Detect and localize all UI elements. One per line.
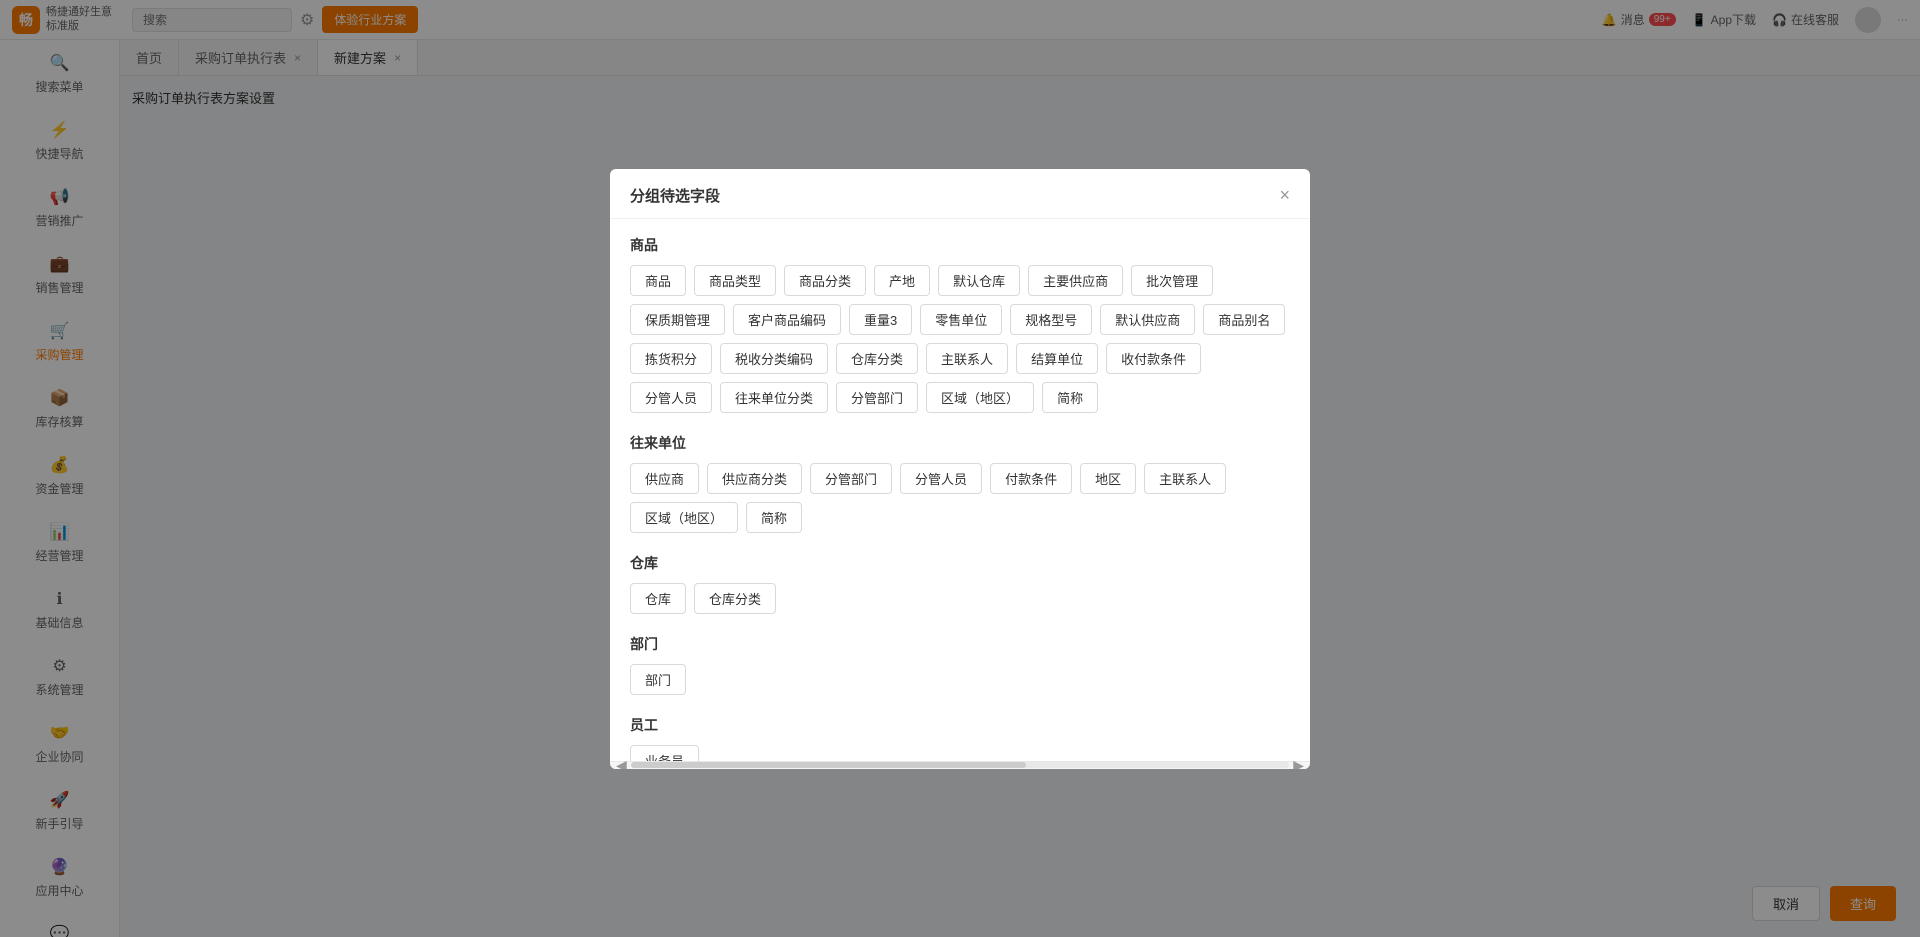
- field-tag[interactable]: 零售单位: [920, 304, 1002, 335]
- field-tag[interactable]: 供应商分类: [707, 463, 802, 494]
- field-tags-goods: 商品 商品类型 商品分类 产地 默认仓库 主要供应商 批次管理 保质期管理 客户…: [630, 265, 1290, 413]
- field-group-warehouse: 仓库 仓库 仓库分类: [630, 553, 1290, 614]
- field-tag[interactable]: 业务员: [630, 745, 699, 761]
- dialog-scrollbar[interactable]: ◀ ▶: [610, 761, 1310, 769]
- scroll-right-arrow[interactable]: ▶: [1289, 757, 1308, 769]
- field-group-dept: 部门 部门: [630, 634, 1290, 695]
- field-tag[interactable]: 产地: [874, 265, 930, 296]
- dialog-title: 分组待选字段: [630, 185, 720, 206]
- field-tag[interactable]: 分管部门: [836, 382, 918, 413]
- field-tag[interactable]: 保质期管理: [630, 304, 725, 335]
- scrollbar-thumb: [631, 762, 1026, 768]
- field-tag[interactable]: 仓库分类: [836, 343, 918, 374]
- field-group-goods: 商品 商品 商品类型 商品分类 产地 默认仓库 主要供应商 批次管理 保质期管理…: [630, 235, 1290, 413]
- field-tag[interactable]: 往来单位分类: [720, 382, 828, 413]
- field-tag[interactable]: 重量3: [849, 304, 912, 335]
- dialog-overlay: 分组待选字段 × 商品 商品 商品类型 商品分类 产地 默认仓库 主要供应商 批…: [0, 0, 1920, 937]
- field-tag[interactable]: 主要供应商: [1028, 265, 1123, 296]
- field-tag[interactable]: 规格型号: [1010, 304, 1092, 335]
- field-tag[interactable]: 批次管理: [1131, 265, 1213, 296]
- field-tags-warehouse: 仓库 仓库分类: [630, 583, 1290, 614]
- field-tag[interactable]: 主联系人: [1144, 463, 1226, 494]
- field-group-partner-title: 往来单位: [630, 433, 1290, 453]
- dialog-close-button[interactable]: ×: [1279, 186, 1290, 204]
- field-tag[interactable]: 收付款条件: [1106, 343, 1201, 374]
- field-tag[interactable]: 主联系人: [926, 343, 1008, 374]
- field-tag[interactable]: 简称: [1042, 382, 1098, 413]
- field-tag[interactable]: 地区: [1080, 463, 1136, 494]
- field-tag[interactable]: 默认供应商: [1100, 304, 1195, 335]
- field-group-partner: 往来单位 供应商 供应商分类 分管部门 分管人员 付款条件 地区 主联系人 区域…: [630, 433, 1290, 533]
- field-tags-employee: 业务员: [630, 745, 1290, 761]
- field-group-dept-title: 部门: [630, 634, 1290, 654]
- scroll-left-arrow[interactable]: ◀: [612, 757, 631, 769]
- field-tag[interactable]: 默认仓库: [938, 265, 1020, 296]
- field-tag[interactable]: 简称: [746, 502, 802, 533]
- field-group-warehouse-title: 仓库: [630, 553, 1290, 573]
- field-tags-dept: 部门: [630, 664, 1290, 695]
- field-tag[interactable]: 商品别名: [1203, 304, 1285, 335]
- field-tag[interactable]: 商品分类: [784, 265, 866, 296]
- field-select-dialog: 分组待选字段 × 商品 商品 商品类型 商品分类 产地 默认仓库 主要供应商 批…: [610, 169, 1310, 769]
- field-tag[interactable]: 仓库分类: [694, 583, 776, 614]
- field-tag[interactable]: 结算单位: [1016, 343, 1098, 374]
- field-tag[interactable]: 客户商品编码: [733, 304, 841, 335]
- field-tag[interactable]: 分管人员: [630, 382, 712, 413]
- field-tag[interactable]: 商品: [630, 265, 686, 296]
- field-tags-partner: 供应商 供应商分类 分管部门 分管人员 付款条件 地区 主联系人 区域（地区） …: [630, 463, 1290, 533]
- field-tag[interactable]: 仓库: [630, 583, 686, 614]
- field-tag[interactable]: 税收分类编码: [720, 343, 828, 374]
- field-tag[interactable]: 拣货积分: [630, 343, 712, 374]
- field-tag[interactable]: 分管部门: [810, 463, 892, 494]
- dialog-body[interactable]: 商品 商品 商品类型 商品分类 产地 默认仓库 主要供应商 批次管理 保质期管理…: [610, 219, 1310, 761]
- field-group-employee-title: 员工: [630, 715, 1290, 735]
- field-tag[interactable]: 区域（地区）: [630, 502, 738, 533]
- field-tag[interactable]: 分管人员: [900, 463, 982, 494]
- field-group-goods-title: 商品: [630, 235, 1290, 255]
- field-tag[interactable]: 部门: [630, 664, 686, 695]
- field-tag[interactable]: 付款条件: [990, 463, 1072, 494]
- field-group-employee: 员工 业务员: [630, 715, 1290, 761]
- field-tag[interactable]: 区域（地区）: [926, 382, 1034, 413]
- scrollbar-track: [631, 762, 1289, 768]
- dialog-header: 分组待选字段 ×: [610, 169, 1310, 219]
- field-tag[interactable]: 供应商: [630, 463, 699, 494]
- field-tag[interactable]: 商品类型: [694, 265, 776, 296]
